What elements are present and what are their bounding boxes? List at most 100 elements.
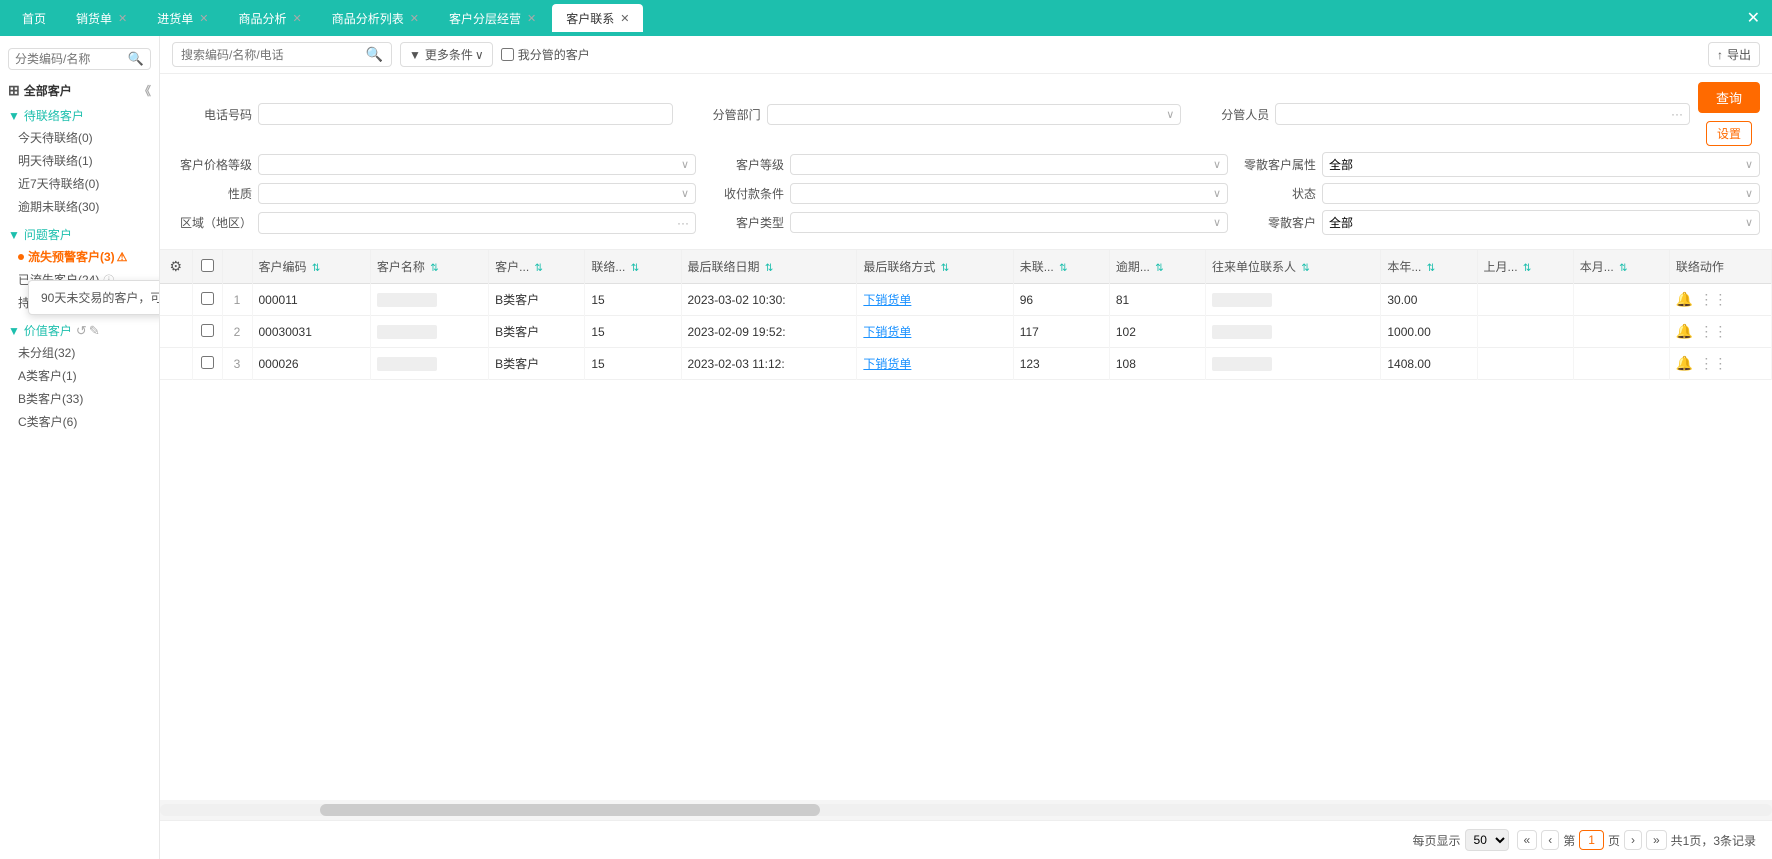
settings-gear-icon[interactable]: ⚙ bbox=[169, 258, 182, 274]
col-settings[interactable]: ⚙ bbox=[160, 250, 192, 284]
sidebar-all-customers[interactable]: ⊞ 全部客户 《 bbox=[0, 78, 159, 103]
tab-home[interactable]: 首页 bbox=[8, 4, 60, 32]
sidebar-collapse-btn[interactable]: 《 bbox=[139, 82, 151, 99]
col-this-year-sort-icon[interactable]: ⇅ bbox=[1427, 263, 1435, 274]
tab-analysis-list[interactable]: 商品分析列表 ✕ bbox=[318, 4, 433, 32]
settings-button[interactable]: 设置 bbox=[1706, 121, 1752, 146]
row-check-2[interactable] bbox=[201, 356, 214, 369]
dept-select[interactable]: ∨ bbox=[767, 104, 1182, 125]
more-conditions-btn[interactable]: ▼ 更多条件 ∨ bbox=[400, 42, 493, 67]
action-contact-icon-1[interactable]: 🔔 bbox=[1676, 323, 1693, 340]
price-level-chevron-icon: ∨ bbox=[681, 158, 689, 171]
action-more-icon-1[interactable]: ⋮⋮ bbox=[1699, 323, 1727, 340]
tab-purchase-close[interactable]: ✕ bbox=[199, 12, 208, 25]
row-check-1[interactable] bbox=[201, 324, 214, 337]
sidebar-item-today[interactable]: 今天待联络(0) bbox=[0, 126, 159, 149]
prev-page-btn[interactable]: ‹ bbox=[1541, 830, 1559, 850]
col-uncontacted-sort-icon[interactable]: ⇅ bbox=[1059, 263, 1067, 274]
main-search-icon[interactable]: 🔍 bbox=[366, 46, 383, 63]
main-search-input[interactable] bbox=[181, 48, 362, 62]
query-button[interactable]: 查询 bbox=[1698, 82, 1760, 113]
select-all-checkbox[interactable] bbox=[201, 259, 214, 272]
col-code-sort-icon[interactable]: ⇅ bbox=[312, 263, 320, 274]
sidebar-item-7days[interactable]: 近7天待联络(0) bbox=[0, 172, 159, 195]
col-unit-sort-icon[interactable]: ⇅ bbox=[1301, 263, 1309, 274]
col-type-sort-icon[interactable]: ⇅ bbox=[535, 263, 543, 274]
filter-bar: 🔍 ▼ 更多条件 ∨ 我分管的客户 ↑ 导出 bbox=[160, 36, 1772, 74]
tab-customer-contact[interactable]: 客户联系 ✕ bbox=[552, 4, 643, 32]
phone-input[interactable] bbox=[258, 103, 673, 125]
active-dot bbox=[18, 254, 24, 260]
col-last-month-sort-icon[interactable]: ⇅ bbox=[1523, 263, 1531, 274]
export-button[interactable]: ↑ 导出 bbox=[1708, 42, 1760, 67]
col-last-date-sort-icon[interactable]: ⇅ bbox=[765, 263, 773, 274]
col-this-month-sort-icon[interactable]: ⇅ bbox=[1619, 263, 1627, 274]
row-last-month-2 bbox=[1477, 348, 1573, 380]
refresh-icon[interactable]: ↺ bbox=[76, 323, 87, 339]
col-checkbox[interactable] bbox=[192, 250, 222, 284]
row-method-2[interactable]: 下销货单 bbox=[857, 348, 1013, 380]
tab-sales-close[interactable]: ✕ bbox=[118, 12, 127, 25]
price-level-select[interactable]: ∨ bbox=[258, 154, 696, 175]
first-page-btn[interactable]: « bbox=[1517, 830, 1538, 850]
row-check-0[interactable] bbox=[201, 292, 214, 305]
sidebar-item-churn-warning[interactable]: 流失预警客户(3) ⚠ bbox=[0, 245, 159, 268]
zero-customer-select[interactable]: 全部 ∨ bbox=[1322, 210, 1760, 235]
tab-analysis-close[interactable]: ✕ bbox=[293, 12, 302, 25]
zero-customer-attr-select[interactable]: 全部 ∨ bbox=[1322, 152, 1760, 177]
sidebar-item-overdue-contact[interactable]: 逾期未联络(30) bbox=[0, 195, 159, 218]
col-contact-sort-icon[interactable]: ⇅ bbox=[631, 263, 639, 274]
sidebar-group-problem-title[interactable]: ▼ 问题客户 bbox=[0, 222, 159, 245]
tab-customer-tier[interactable]: 客户分层经营 ✕ bbox=[435, 4, 550, 32]
tab-analysis-list-close[interactable]: ✕ bbox=[410, 12, 419, 25]
col-name-sort-icon[interactable]: ⇅ bbox=[430, 263, 438, 274]
action-contact-icon-2[interactable]: 🔔 bbox=[1676, 355, 1693, 372]
last-page-btn[interactable]: » bbox=[1646, 830, 1667, 850]
tab-analysis[interactable]: 商品分析 ✕ bbox=[224, 4, 315, 32]
col-overdue-sort-icon[interactable]: ⇅ bbox=[1155, 263, 1163, 274]
sidebar-item-b-class[interactable]: B类客户(33) bbox=[0, 387, 159, 410]
tab-customer-contact-close[interactable]: ✕ bbox=[620, 12, 629, 25]
scrollbar-thumb[interactable] bbox=[320, 804, 820, 816]
row-checkbox-1[interactable] bbox=[192, 316, 222, 348]
page-prefix: 第 bbox=[1563, 832, 1575, 849]
region-ellipsis-icon[interactable]: ··· bbox=[671, 216, 689, 230]
next-page-btn[interactable]: › bbox=[1624, 830, 1642, 850]
action-more-icon-0[interactable]: ⋮⋮ bbox=[1699, 291, 1727, 308]
edit-icon[interactable]: ✎ bbox=[89, 323, 100, 339]
tab-customer-tier-close[interactable]: ✕ bbox=[527, 12, 536, 25]
sidebar-item-c-class[interactable]: C类客户(6) bbox=[0, 410, 159, 433]
sidebar-item-a-class[interactable]: A类客户(1) bbox=[0, 364, 159, 387]
col-overdue: 逾期... ⇅ bbox=[1109, 250, 1205, 284]
row-unit-contact-0 bbox=[1206, 284, 1381, 316]
row-checkbox-2[interactable] bbox=[192, 348, 222, 380]
status-select[interactable]: ∨ bbox=[1322, 183, 1760, 204]
window-close-button[interactable]: ✕ bbox=[1735, 8, 1772, 28]
row-checkbox-0[interactable] bbox=[192, 284, 222, 316]
tab-analysis-list-label: 商品分析列表 bbox=[332, 10, 404, 27]
col-contact: 联络... ⇅ bbox=[585, 250, 681, 284]
row-method-1[interactable]: 下销货单 bbox=[857, 316, 1013, 348]
sidebar-search-input[interactable] bbox=[15, 52, 128, 66]
sidebar-group-pending-title[interactable]: ▼ 待联络客户 bbox=[0, 103, 159, 126]
col-last-method-sort-icon[interactable]: ⇅ bbox=[941, 263, 949, 274]
sidebar-item-ungroup[interactable]: 未分组(32) bbox=[0, 341, 159, 364]
per-page-select[interactable]: 50 bbox=[1465, 829, 1509, 851]
region-select[interactable]: ··· bbox=[258, 212, 696, 234]
customer-level-select[interactable]: ∨ bbox=[790, 154, 1228, 175]
customer-type-select[interactable]: ∨ bbox=[790, 212, 1228, 233]
action-more-icon-2[interactable]: ⋮⋮ bbox=[1699, 355, 1727, 372]
sidebar-item-tomorrow[interactable]: 明天待联络(1) bbox=[0, 149, 159, 172]
row-method-0[interactable]: 下销货单 bbox=[857, 284, 1013, 316]
filter-payment: 收付款条件 ∨ bbox=[704, 183, 1228, 204]
nature-select[interactable]: ∨ bbox=[258, 183, 696, 204]
sidebar-group-value-title[interactable]: ▼ 价值客户 ↺ ✎ bbox=[0, 318, 159, 341]
person-select[interactable]: ··· bbox=[1275, 103, 1690, 125]
my-customers-checkbox[interactable] bbox=[501, 48, 514, 61]
tab-sales[interactable]: 销货单 ✕ bbox=[62, 4, 141, 32]
horizontal-scrollbar[interactable] bbox=[160, 804, 1772, 816]
action-contact-icon-0[interactable]: 🔔 bbox=[1676, 291, 1693, 308]
tab-purchase[interactable]: 进货单 ✕ bbox=[143, 4, 222, 32]
person-ellipsis-icon[interactable]: ··· bbox=[1665, 107, 1683, 121]
payment-select[interactable]: ∨ bbox=[790, 183, 1228, 204]
